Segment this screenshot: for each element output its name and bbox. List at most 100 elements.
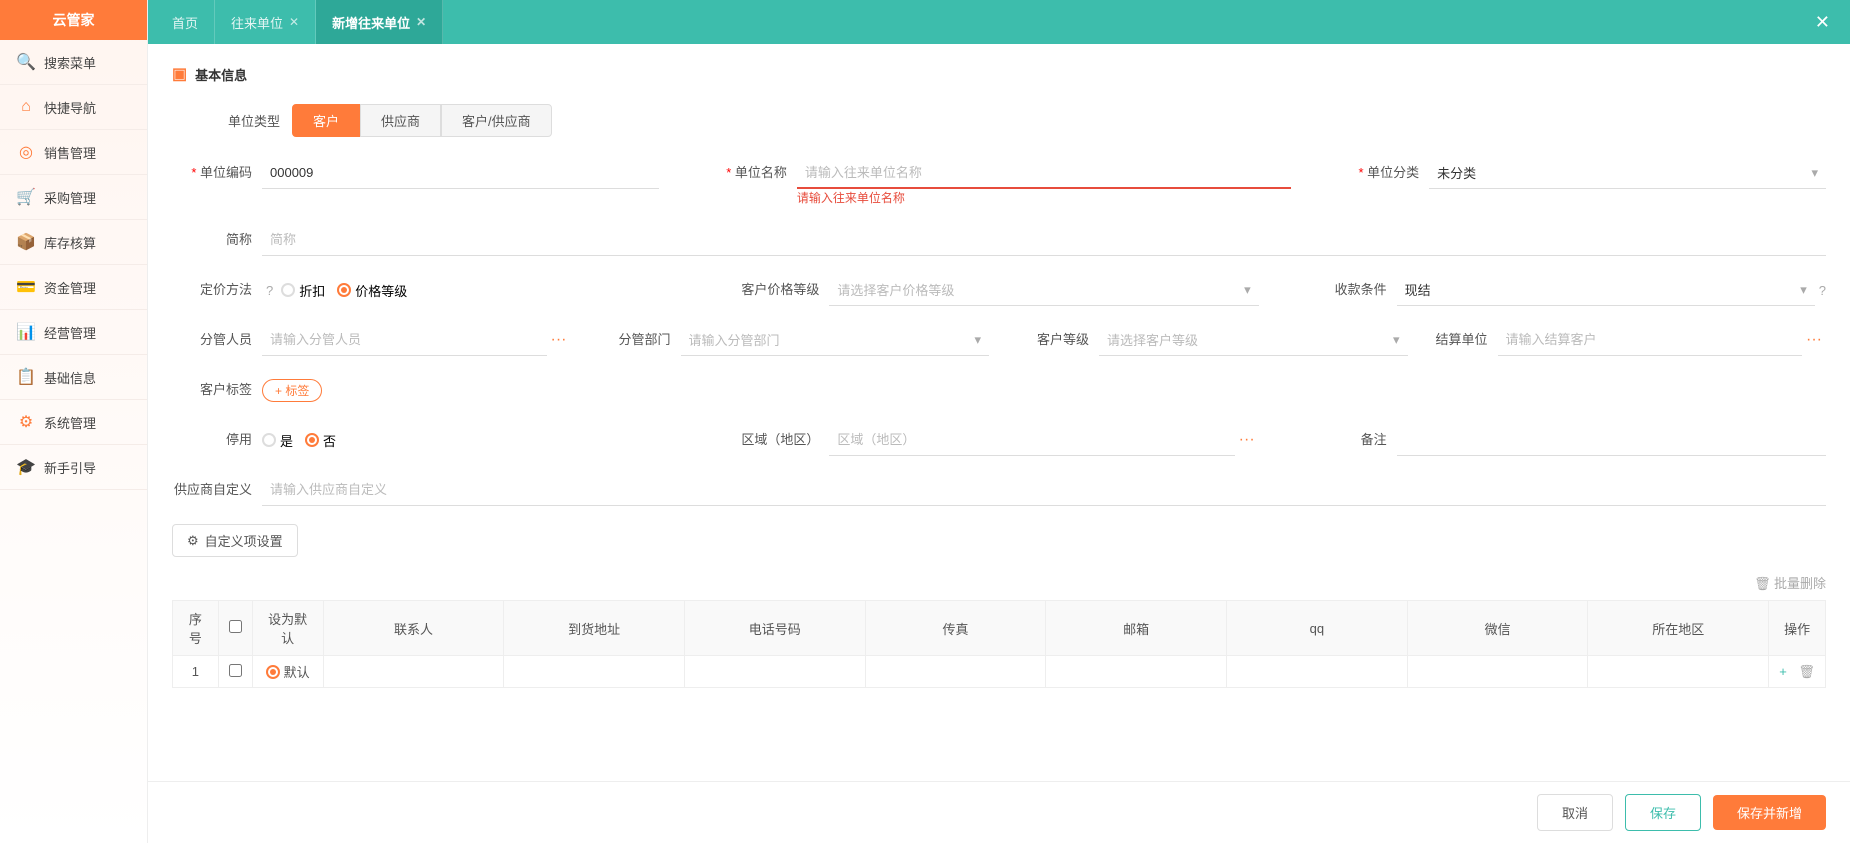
customer-price-level-field: 客户价格等级 请选择客户价格等级 ▾	[739, 274, 1258, 306]
dept-select[interactable]: 请输入分管部门 ▾	[681, 324, 990, 356]
sidebar-item-operations[interactable]: 📊 经营管理	[0, 310, 147, 355]
unit-btn-both[interactable]: 客户/供应商	[441, 104, 552, 137]
chevron-down-icon: ▾	[974, 332, 981, 348]
select-all-checkbox[interactable]	[229, 620, 242, 633]
supplier-custom-input[interactable]	[262, 474, 1826, 506]
add-tag-button[interactable]: + 标签	[262, 379, 322, 402]
payment-terms-label: 收款条件	[1307, 274, 1397, 306]
sidebar-item-guide[interactable]: 🎓 新手引导	[0, 445, 147, 490]
customer-price-level-select[interactable]: 请选择客户价格等级 ▾	[829, 274, 1258, 306]
batch-delete-button[interactable]: 🗑 批量删除	[172, 573, 1826, 592]
remark-input[interactable]	[1397, 424, 1826, 456]
sidebar-item-purchase[interactable]: 🛒 采购管理	[0, 175, 147, 220]
wechat-input[interactable]	[1418, 664, 1578, 679]
disable-radio-no[interactable]: 否	[305, 431, 336, 450]
row-contact[interactable]	[323, 656, 504, 688]
region-input[interactable]	[829, 424, 1234, 456]
sidebar-item-finance[interactable]: 💳 资金管理	[0, 265, 147, 310]
sidebar-item-sales[interactable]: ◎ 销售管理	[0, 130, 147, 175]
customer-price-level-label: 客户价格等级	[739, 274, 829, 306]
default-radio[interactable]: 默认	[263, 662, 313, 681]
tab-new-partner[interactable]: 新增往来单位 ✕	[316, 0, 443, 44]
pricing-option1-label: 折扣	[299, 281, 325, 300]
fax-input[interactable]	[876, 664, 1036, 679]
cancel-button[interactable]: 取消	[1537, 794, 1613, 831]
pricing-option2-label: 价格等级	[355, 281, 407, 300]
row-region-input[interactable]	[1598, 664, 1758, 679]
section-title: 基本信息	[195, 65, 247, 84]
tab-partners-close[interactable]: ✕	[289, 15, 299, 29]
dept-field: 分管部门 请输入分管部门 ▾	[591, 324, 990, 356]
manager-input[interactable]	[262, 324, 547, 356]
row-email[interactable]	[1046, 656, 1227, 688]
qq-input[interactable]	[1237, 664, 1397, 679]
sidebar-item-system[interactable]: ⚙ 系统管理	[0, 400, 147, 445]
unit-btn-customer[interactable]: 客户	[292, 104, 360, 137]
sidebar-item-base[interactable]: 📋 基础信息	[0, 355, 147, 400]
question-icon[interactable]: ?	[266, 283, 273, 298]
unit-category-select[interactable]: 未分类 ▾	[1429, 157, 1826, 189]
default-label: 默认	[284, 662, 310, 681]
row-qq[interactable]	[1226, 656, 1407, 688]
settlement-unit-input[interactable]	[1498, 324, 1803, 356]
unit-name-input[interactable]	[797, 157, 1291, 189]
col-no: 序号	[173, 601, 219, 656]
payment-question-icon[interactable]: ?	[1819, 283, 1826, 298]
abbreviation-input[interactable]	[262, 224, 1826, 256]
unit-name-label: 单位名称	[707, 157, 797, 189]
row-check[interactable]	[218, 656, 252, 688]
tab-new-partner-close[interactable]: ✕	[416, 15, 426, 29]
sidebar-item-inventory[interactable]: 📦 库存核算	[0, 220, 147, 265]
save-new-button[interactable]: 保存并新增	[1713, 795, 1826, 830]
row-checkbox[interactable]	[229, 664, 242, 677]
row-fax[interactable]	[865, 656, 1046, 688]
sidebar-item-label: 基础信息	[44, 368, 96, 387]
row-address[interactable]	[504, 656, 685, 688]
tab-partners[interactable]: 往来单位 ✕	[215, 0, 316, 44]
tab-home[interactable]: 首页	[156, 0, 215, 44]
row-wechat[interactable]	[1407, 656, 1588, 688]
sidebar-item-label: 搜索菜单	[44, 53, 96, 72]
disable-no-label: 否	[323, 431, 336, 450]
row-phone[interactable]	[684, 656, 865, 688]
disable-label: 停用	[172, 424, 262, 456]
address-input[interactable]	[514, 664, 674, 679]
contacts-table: 序号 设为默认 联系人 到货地址 电话号码 传真 邮箱 qq 微信 所在地区 操…	[172, 600, 1826, 688]
unit-name-error: 请输入往来单位名称	[797, 191, 905, 205]
row-action: + 🗑	[1769, 656, 1826, 688]
manager-more-button[interactable]: ···	[547, 331, 571, 349]
settlement-more-button[interactable]: ···	[1802, 331, 1826, 349]
purchase-icon: 🛒	[16, 187, 36, 207]
save-button[interactable]: 保存	[1625, 794, 1701, 831]
pricing-radio-discount[interactable]: 折扣	[281, 281, 325, 300]
pricing-radio-level[interactable]: 价格等级	[337, 281, 407, 300]
unit-btn-supplier[interactable]: 供应商	[360, 104, 441, 137]
region-more-button[interactable]: ···	[1235, 431, 1259, 449]
add-row-button[interactable]: +	[1779, 664, 1787, 679]
phone-input[interactable]	[695, 664, 855, 679]
custom-settings-button[interactable]: ⚙ 自定义项设置	[172, 524, 298, 557]
region-label: 区域（地区）	[739, 424, 829, 456]
unit-category-field: 单位分类 未分类 ▾	[1339, 157, 1826, 189]
col-check[interactable]	[218, 601, 252, 656]
custom-settings-label: 自定义项设置	[205, 531, 283, 550]
disable-radio-yes[interactable]: 是	[262, 431, 293, 450]
payment-terms-select[interactable]: 现结 ▾	[1397, 274, 1815, 306]
sidebar-item-label: 系统管理	[44, 413, 96, 432]
contact-input[interactable]	[334, 664, 494, 679]
home-icon: ⌂	[16, 97, 36, 117]
row-region[interactable]	[1588, 656, 1769, 688]
settlement-unit-field: 结算单位 ···	[1428, 324, 1827, 356]
delete-row-button[interactable]: 🗑	[1798, 664, 1815, 679]
pricing-method-field: 定价方法 ? 折扣 价格等级	[172, 274, 691, 306]
form-row-1: 单位编码 单位名称 请输入往来单位名称 单位分类	[172, 157, 1826, 206]
unit-code-input[interactable]	[262, 157, 659, 189]
unit-name-field: 单位名称 请输入往来单位名称	[707, 157, 1291, 206]
email-input[interactable]	[1056, 664, 1216, 679]
sidebar-item-quick-nav[interactable]: ⌂ 快捷导航	[0, 85, 147, 130]
remark-field: 备注	[1307, 424, 1826, 456]
window-close-button[interactable]: ✕	[1803, 12, 1842, 33]
customer-level-select[interactable]: 请选择客户等级 ▾	[1099, 324, 1408, 356]
sidebar-item-search[interactable]: 🔍 搜索菜单	[0, 40, 147, 85]
form-row-3: 定价方法 ? 折扣 价格等级 客户价格等级	[172, 274, 1826, 306]
